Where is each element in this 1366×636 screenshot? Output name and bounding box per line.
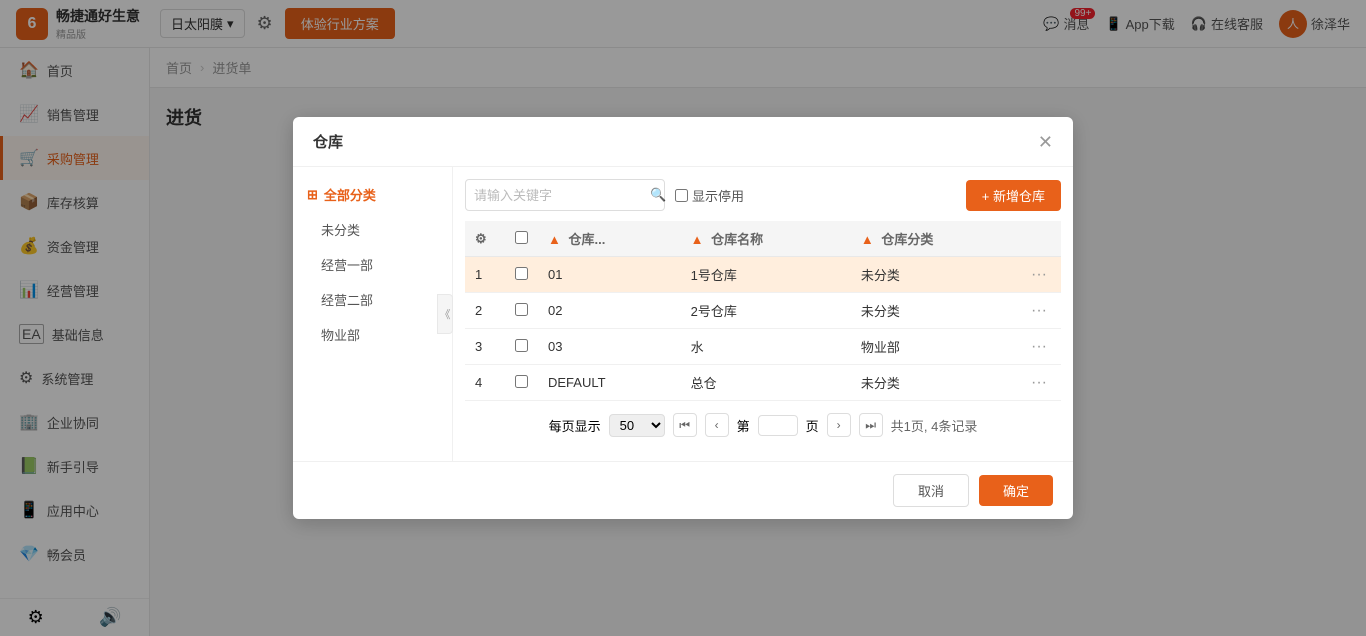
category-item-property[interactable]: 物业部: [293, 317, 452, 352]
row-checkbox[interactable]: [515, 303, 528, 316]
per-page-label: 每页显示: [549, 416, 601, 435]
category-item-unclassified[interactable]: 未分类: [293, 212, 452, 247]
pagination: 每页显示 50 20 100 ⏮ ‹ 第 1 页 › ⏭ 共1页, 4条记录: [465, 401, 1061, 449]
sort-icon2: ▲: [691, 232, 704, 247]
page-suffix: 页: [806, 416, 819, 435]
warehouse-table: ⚙ ▲ 仓库... ▲: [465, 221, 1061, 401]
warehouse-dialog: 仓库 ✕ ⊞ 全部分类 未分类 经营一部 经营二部 物业部 《: [293, 117, 1073, 519]
last-page-btn[interactable]: ⏭: [859, 413, 883, 437]
category-item-ops2[interactable]: 经营二部: [293, 282, 452, 317]
table-row[interactable]: 4 DEFAULT 总仓 未分类 ···: [465, 365, 1061, 401]
gear-icon: ⚙: [475, 231, 487, 246]
th-checkbox: [505, 221, 538, 257]
row-code: DEFAULT: [538, 365, 681, 401]
dialog-footer: 取消 确定: [293, 461, 1073, 519]
row-more[interactable]: ···: [1021, 329, 1061, 365]
row-checkbox[interactable]: [515, 375, 528, 388]
th-code[interactable]: ▲ 仓库...: [538, 221, 681, 257]
row-checkbox-cell: [505, 365, 538, 401]
all-categories-label: 全部分类: [324, 185, 376, 204]
page-total: 共1页, 4条记录: [891, 416, 978, 435]
row-num: 2: [465, 293, 505, 329]
page-input[interactable]: 1: [758, 415, 798, 436]
search-box: 🔍: [465, 179, 665, 211]
close-icon[interactable]: ✕: [1038, 133, 1053, 151]
row-category: 未分类: [851, 293, 1021, 329]
row-checkbox[interactable]: [515, 267, 528, 280]
prev-page-btn[interactable]: ‹: [705, 413, 729, 437]
all-categories[interactable]: ⊞ 全部分类: [293, 177, 452, 212]
page-label: 第: [737, 416, 750, 435]
row-category: 未分类: [851, 365, 1021, 401]
row-name: 2号仓库: [681, 293, 851, 329]
row-num: 4: [465, 365, 505, 401]
search-icon: 🔍: [650, 187, 666, 203]
row-category: 未分类: [851, 257, 1021, 293]
modal-overlay[interactable]: 仓库 ✕ ⊞ 全部分类 未分类 经营一部 经营二部 物业部 《: [0, 0, 1366, 636]
dialog-body: ⊞ 全部分类 未分类 经营一部 经营二部 物业部 《 🔍: [293, 167, 1073, 461]
row-more[interactable]: ···: [1021, 365, 1061, 401]
table-header: ⚙ ▲ 仓库... ▲: [465, 221, 1061, 257]
show-disabled-label[interactable]: 显示停用: [675, 186, 744, 205]
row-num: 1: [465, 257, 505, 293]
show-disabled-checkbox[interactable]: [675, 189, 688, 202]
row-more[interactable]: ···: [1021, 257, 1061, 293]
th-category[interactable]: ▲ 仓库分类: [851, 221, 1021, 257]
dialog-title: 仓库: [313, 131, 343, 152]
row-num: 3: [465, 329, 505, 365]
collapse-sidebar-btn[interactable]: 《: [437, 294, 453, 334]
th-actions: [1021, 221, 1061, 257]
row-category: 物业部: [851, 329, 1021, 365]
table-row[interactable]: 3 03 水 物业部 ···: [465, 329, 1061, 365]
sort-icon: ▲: [548, 232, 561, 247]
category-item-ops1[interactable]: 经营一部: [293, 247, 452, 282]
table-container: ⚙ ▲ 仓库... ▲: [465, 221, 1061, 401]
row-name: 1号仓库: [681, 257, 851, 293]
th-settings: ⚙: [465, 221, 505, 257]
confirm-button[interactable]: 确定: [979, 475, 1053, 506]
next-page-btn[interactable]: ›: [827, 413, 851, 437]
sort-icon3: ▲: [861, 232, 874, 247]
row-more[interactable]: ···: [1021, 293, 1061, 329]
row-checkbox[interactable]: [515, 339, 528, 352]
row-code: 02: [538, 293, 681, 329]
page-size-select[interactable]: 50 20 100: [609, 414, 665, 437]
search-input[interactable]: [474, 188, 650, 203]
table-body: 1 01 1号仓库 未分类 ··· 2: [465, 257, 1061, 401]
dialog-main: 🔍 显示停用 + 新增仓库 ⚙: [453, 167, 1073, 461]
dialog-header: 仓库 ✕: [293, 117, 1073, 167]
table-row[interactable]: 1 01 1号仓库 未分类 ···: [465, 257, 1061, 293]
grid-icon: ⊞: [307, 187, 318, 203]
row-checkbox-cell: [505, 329, 538, 365]
row-name: 水: [681, 329, 851, 365]
row-checkbox-cell: [505, 293, 538, 329]
row-code: 01: [538, 257, 681, 293]
cancel-button[interactable]: 取消: [893, 474, 969, 507]
row-checkbox-cell: [505, 257, 538, 293]
dialog-toolbar: 🔍 显示停用 + 新增仓库: [465, 179, 1061, 211]
row-code: 03: [538, 329, 681, 365]
row-name: 总仓: [681, 365, 851, 401]
dialog-sidebar: ⊞ 全部分类 未分类 经营一部 经营二部 物业部 《: [293, 167, 453, 461]
th-name[interactable]: ▲ 仓库名称: [681, 221, 851, 257]
first-page-btn[interactable]: ⏮: [673, 413, 697, 437]
table-row[interactable]: 2 02 2号仓库 未分类 ···: [465, 293, 1061, 329]
select-all-checkbox[interactable]: [515, 231, 528, 244]
add-warehouse-button[interactable]: + 新增仓库: [966, 180, 1061, 211]
